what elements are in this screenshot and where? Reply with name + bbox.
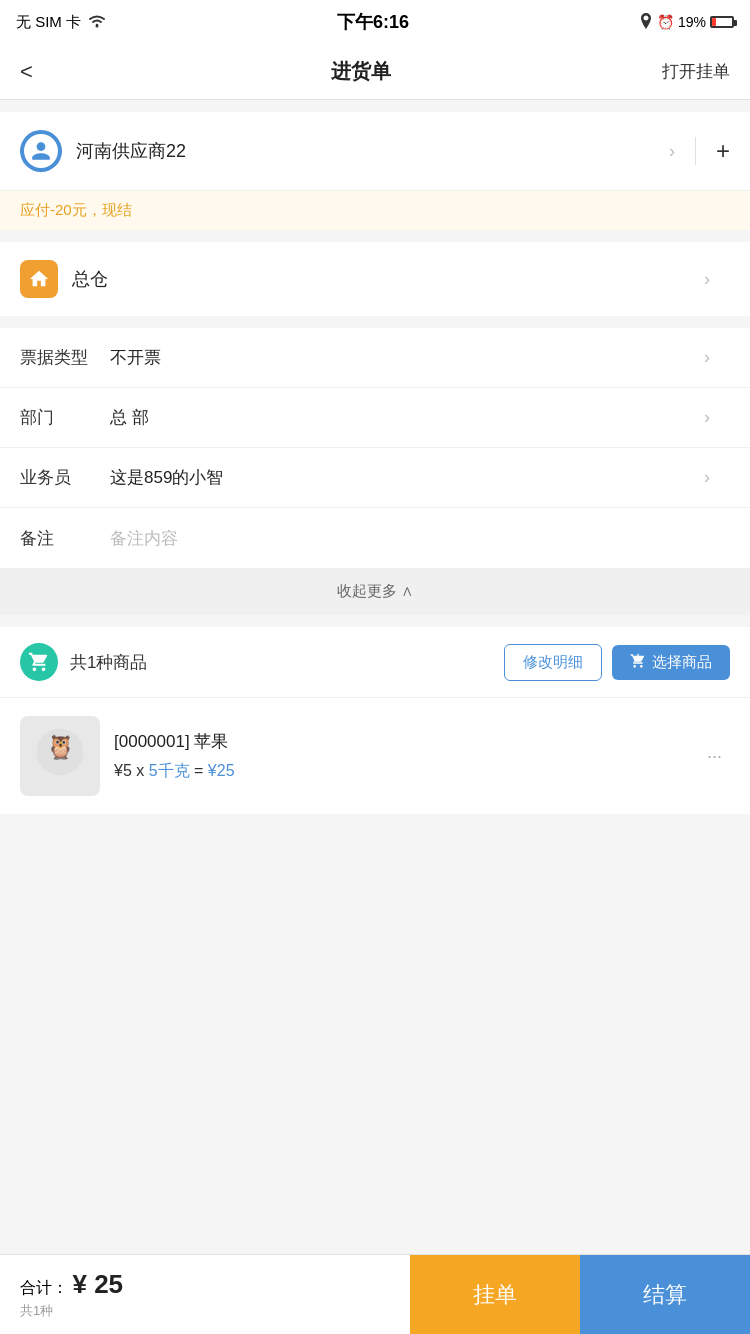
- warehouse-name: 总仓: [72, 267, 704, 291]
- total-amount: ¥ 25: [72, 1269, 123, 1299]
- main-content: 河南供应商22 › + 应付-20元，现结 总仓 › 票据类型 不开票 ›: [0, 112, 750, 894]
- product-more-button[interactable]: ···: [699, 738, 730, 775]
- product-thumbnail: 🦉: [20, 716, 100, 796]
- invoice-type-value: 不开票: [110, 346, 704, 369]
- nav-bar: < 进货单 打开挂单: [0, 44, 750, 100]
- department-value: 总 部: [110, 406, 704, 429]
- page-title: 进货单: [331, 58, 391, 85]
- bottom-bar: 合计： ¥ 25 共1种 挂单 结算: [0, 1254, 750, 1334]
- supplier-name: 河南供应商22: [76, 139, 669, 163]
- open-hang-button[interactable]: 打开挂单: [662, 60, 730, 83]
- products-icon: [20, 643, 58, 681]
- avatar-inner: [24, 134, 58, 168]
- products-section: 共1种商品 修改明细 选择商品 🦉: [0, 627, 750, 814]
- product-id: [0000001]: [114, 732, 194, 751]
- hang-button[interactable]: 挂单: [410, 1255, 580, 1335]
- cart-icon: [630, 653, 646, 672]
- price-eq: =: [194, 762, 208, 779]
- status-time: 下午6:16: [337, 10, 409, 34]
- form-section: 票据类型 不开票 › 部门 总 部 › 业务员 这是859的小智 › 备注 备注…: [0, 328, 750, 568]
- select-product-button[interactable]: 选择商品: [612, 645, 730, 680]
- remark-label: 备注: [20, 527, 110, 550]
- supplier-chevron-icon: ›: [669, 141, 675, 162]
- alarm-icon: ⏰: [657, 14, 674, 30]
- department-row[interactable]: 部门 总 部 ›: [0, 388, 750, 448]
- product-name: [0000001] 苹果: [114, 730, 685, 753]
- status-carrier: 无 SIM 卡: [16, 13, 107, 32]
- warehouse-card[interactable]: 总仓 ›: [0, 242, 750, 316]
- department-chevron-icon: ›: [704, 407, 710, 428]
- total-section: 合计： ¥ 25 共1种: [0, 1269, 410, 1320]
- product-price: ¥5 x 5千克 = ¥25: [114, 761, 685, 782]
- status-icons: ⏰ 19%: [639, 13, 734, 32]
- invoice-type-label: 票据类型: [20, 346, 110, 369]
- svg-text:🦉: 🦉: [46, 733, 76, 761]
- warehouse-chevron-icon: ›: [704, 269, 710, 290]
- battery-icon: [710, 16, 734, 28]
- divider: [695, 137, 696, 165]
- products-header: 共1种商品 修改明细 选择商品: [0, 627, 750, 698]
- supplier-avatar: [20, 130, 62, 172]
- warehouse-row[interactable]: 总仓 ›: [0, 242, 750, 316]
- warehouse-icon: [20, 260, 58, 298]
- invoice-chevron-icon: ›: [704, 347, 710, 368]
- status-bar: 无 SIM 卡 下午6:16 ⏰ 19%: [0, 0, 750, 44]
- edit-detail-button[interactable]: 修改明细: [504, 644, 602, 681]
- department-label: 部门: [20, 406, 110, 429]
- invoice-type-row[interactable]: 票据类型 不开票 ›: [0, 328, 750, 388]
- product-title: 苹果: [194, 732, 228, 751]
- remark-placeholder[interactable]: 备注内容: [110, 527, 730, 550]
- remark-row[interactable]: 备注 备注内容: [0, 508, 750, 568]
- price-total: ¥25: [208, 762, 235, 779]
- total-label: 合计：: [20, 1279, 68, 1296]
- supplier-card: 河南供应商22 › + 应付-20元，现结: [0, 112, 750, 230]
- products-count: 共1种商品: [70, 651, 504, 674]
- salesperson-chevron-icon: ›: [704, 467, 710, 488]
- add-supplier-button[interactable]: +: [716, 137, 730, 165]
- carrier-text: 无 SIM 卡: [16, 13, 81, 32]
- price-qty: 5千克: [149, 762, 190, 779]
- collapse-bar[interactable]: 收起更多 ∧: [0, 568, 750, 615]
- select-product-label: 选择商品: [652, 653, 712, 672]
- owl-icon: 🦉: [35, 727, 85, 785]
- bottom-spacer: [0, 814, 750, 894]
- checkout-button[interactable]: 结算: [580, 1255, 750, 1335]
- salesperson-row[interactable]: 业务员 这是859的小智 ›: [0, 448, 750, 508]
- supplier-row[interactable]: 河南供应商22 › +: [0, 112, 750, 191]
- svg-point-0: [96, 24, 99, 27]
- notice-text: 应付-20元，现结: [20, 201, 132, 218]
- total-count: 共1种: [20, 1302, 390, 1320]
- back-button[interactable]: <: [20, 59, 60, 85]
- location-icon: [639, 13, 653, 32]
- notice-bar: 应付-20元，现结: [0, 191, 750, 230]
- battery-text: 19%: [678, 14, 706, 30]
- wifi-icon: [87, 13, 107, 32]
- total-row: 合计： ¥ 25: [20, 1269, 390, 1300]
- product-info: [0000001] 苹果 ¥5 x 5千克 = ¥25: [114, 730, 685, 782]
- product-item: 🦉 [0000001] 苹果 ¥5 x 5千克 = ¥25 ···: [0, 698, 750, 814]
- price-value: ¥5 x: [114, 762, 149, 779]
- collapse-label: 收起更多 ∧: [337, 582, 413, 599]
- salesperson-label: 业务员: [20, 466, 110, 489]
- salesperson-value: 这是859的小智: [110, 466, 704, 489]
